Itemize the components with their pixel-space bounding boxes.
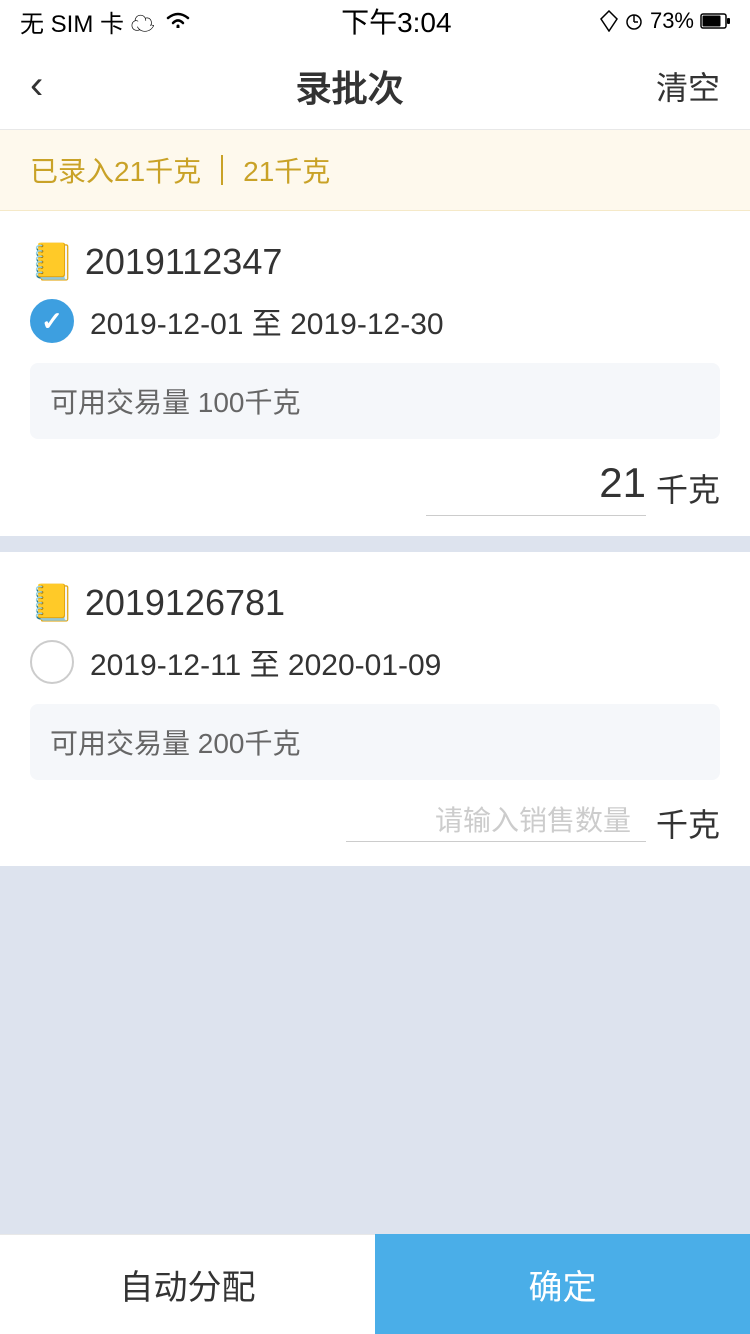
recorded-amount: 已录入21千克 — [30, 150, 201, 190]
location-icon — [600, 10, 618, 32]
nav-bar: ‹ 录批次 清空 — [0, 42, 750, 130]
check-icon: ✓ — [41, 306, 63, 337]
info-divider — [221, 155, 223, 185]
batch-1-available-qty: 可用交易量 100千克 — [30, 363, 720, 439]
batch-1-icon: 📒 — [30, 241, 75, 283]
batch-1-unit: 千克 — [656, 465, 720, 511]
status-bar: 无 SIM 卡 ☁ 下午3:04 73% — [0, 0, 750, 42]
back-button[interactable]: ‹ — [30, 63, 43, 108]
batch-2-amount-area[interactable]: 千克 — [0, 780, 750, 846]
batch-2-available-qty: 可用交易量 200千克 — [30, 704, 720, 780]
page-title: 录批次 — [296, 60, 404, 112]
batch-2-inner: 📒 2019126781 2019-12-11 至 2020-01-09 可用交… — [0, 552, 750, 780]
batch-1-radio[interactable]: ✓ — [30, 299, 74, 343]
confirm-button[interactable]: 确定 — [375, 1234, 750, 1334]
battery-icon — [700, 12, 730, 30]
footer-background — [0, 866, 750, 1266]
batch-1-id: 2019112347 — [85, 241, 283, 283]
batch-2-icon: 📒 — [30, 582, 75, 624]
info-banner: 已录入21千克 21千克 — [0, 130, 750, 211]
wifi-icon — [163, 10, 193, 32]
batch-2-id: 2019126781 — [85, 582, 285, 624]
status-left: 无 SIM 卡 ☁ — [20, 4, 193, 39]
batch-1-amount-area: 21 千克 — [0, 439, 750, 516]
battery-percent: 73% — [650, 8, 694, 34]
batch-2-unit: 千克 — [656, 800, 720, 846]
section-divider — [0, 536, 750, 552]
batch-2-section: 📒 2019126781 2019-12-11 至 2020-01-09 可用交… — [0, 552, 750, 866]
bottom-bar: 自动分配 确定 — [0, 1234, 750, 1334]
batch-1-amount: 21 — [599, 459, 646, 506]
status-time: 下午3:04 — [341, 1, 452, 41]
batch-1-section: 📒 2019112347 ✓ 2019-12-01 至 2019-12-30 可… — [0, 211, 750, 536]
batch-1-id-row: 📒 2019112347 — [30, 241, 720, 283]
batch-1-date: 2019-12-01 至 2019-12-30 — [90, 299, 444, 343]
input-underline — [346, 841, 646, 842]
auto-distribute-button[interactable]: 自动分配 — [0, 1234, 375, 1334]
batch-2-radio[interactable] — [30, 640, 74, 684]
batch-2-qty-input[interactable] — [346, 805, 646, 837]
total-amount: 21千克 — [243, 150, 330, 190]
status-right: 73% — [600, 8, 730, 34]
batch-2-date: 2019-12-11 至 2020-01-09 — [90, 640, 441, 684]
batch-1-date-row[interactable]: ✓ 2019-12-01 至 2019-12-30 — [30, 299, 720, 343]
clear-button[interactable]: 清空 — [656, 63, 720, 109]
batch-2-date-row[interactable]: 2019-12-11 至 2020-01-09 — [30, 640, 720, 684]
no-sim-label: 无 SIM 卡 ☁ — [20, 4, 155, 39]
alarm-icon — [624, 10, 644, 32]
batch-2-id-row: 📒 2019126781 — [30, 582, 720, 624]
batch-1-inner: 📒 2019112347 ✓ 2019-12-01 至 2019-12-30 可… — [0, 211, 750, 439]
batch-1-amount-value: 21 — [426, 459, 646, 516]
